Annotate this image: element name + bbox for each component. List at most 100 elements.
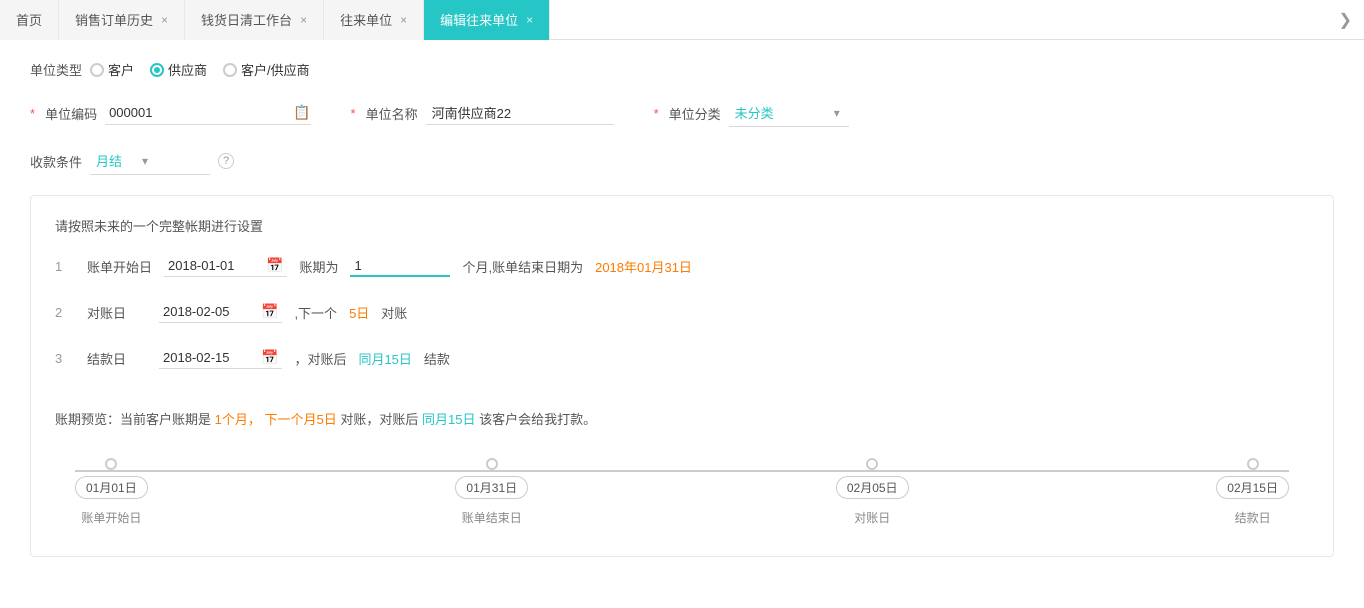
unit-code-input-wrap: 📋 — [105, 101, 310, 125]
unit-name-group: * 单位名称 — [351, 101, 614, 125]
node-label-3: 结款日 — [1235, 509, 1271, 526]
unit-code-icon[interactable]: 📋 — [293, 104, 310, 121]
node-label-1: 账单结束日 — [462, 509, 522, 526]
end-date-highlight: 2018年01月31日 — [595, 257, 692, 276]
preview-p4: 同月15日 — [422, 412, 475, 427]
radio-customer[interactable]: 客户 — [90, 60, 134, 79]
row-num-2: 2 — [55, 305, 75, 320]
radio-circle-both — [223, 63, 237, 77]
node-circle-0 — [105, 458, 117, 470]
timeline-node-2: 02月05日 对账日 — [836, 458, 909, 526]
unit-category-value: 未分类 — [735, 103, 774, 122]
row2-highlight: 5日 — [349, 303, 369, 322]
payment-condition-label: 收款条件 — [30, 152, 82, 171]
node-date-2: 02月05日 — [836, 476, 909, 499]
timeline-node-3: 02月15日 结款日 — [1216, 458, 1289, 526]
calendar-icon-3[interactable]: 📅 — [261, 349, 278, 366]
payment-condition-arrow: ▾ — [142, 154, 148, 168]
row-label-2: 对账日 — [87, 303, 147, 322]
period-unit: 个月,账单结束日期为 — [462, 257, 583, 276]
radio-label-both: 客户/供应商 — [241, 60, 310, 79]
row3-highlight: 同月15日 — [358, 349, 411, 368]
tab-scroll-right[interactable]: ❯ — [1327, 0, 1364, 40]
unit-category-required: * — [654, 106, 659, 121]
unit-code-label: 单位编码 — [45, 104, 97, 123]
timeline-nodes: 01月01日 账单开始日 01月31日 账单结束日 02月05日 对账日 — [75, 458, 1289, 526]
unit-type-radio-group: 客户 供应商 客户/供应商 — [90, 60, 310, 79]
node-circle-1 — [486, 458, 498, 470]
date-field-3[interactable] — [163, 350, 253, 365]
help-icon[interactable]: ? — [218, 153, 234, 169]
radio-both[interactable]: 客户/供应商 — [223, 60, 310, 79]
unit-category-arrow: ▾ — [834, 106, 840, 120]
preview-p5: 该客户会给我打款。 — [479, 412, 596, 427]
tab-close-edit-partner[interactable]: × — [526, 13, 533, 27]
row-label-1: 账单开始日 — [87, 257, 152, 276]
tab-home[interactable]: 首页 — [0, 0, 59, 40]
unit-code-required: * — [30, 106, 35, 121]
timeline-node-1: 01月31日 账单结束日 — [455, 458, 528, 526]
tab-close-sales-history[interactable]: × — [161, 13, 168, 27]
calendar-icon-2[interactable]: 📅 — [261, 303, 278, 320]
date-input-3: 📅 — [159, 347, 282, 369]
radio-label-supplier: 供应商 — [168, 60, 207, 79]
unit-type-group: 单位类型 客户 供应商 客户/供应商 — [30, 60, 310, 79]
tab-close-partner[interactable]: × — [400, 13, 407, 27]
payment-condition-value: 月结 — [96, 151, 122, 170]
preview-p3: 对账，对账后 — [340, 412, 418, 427]
preview-p2: 下一个月5日 — [265, 412, 337, 427]
tab-cash-workbench[interactable]: 钱货日清工作台 × — [185, 0, 324, 40]
tab-partner[interactable]: 往来单位 × — [324, 0, 424, 40]
radio-supplier[interactable]: 供应商 — [150, 60, 207, 79]
preview-section: 账期预览：当前客户账期是 1个月， 下一个月5日 对账，对账后 同月15日 该客… — [55, 393, 1309, 536]
date-field-2[interactable] — [163, 304, 253, 319]
tab-edit-partner[interactable]: 编辑往来单位 × — [424, 0, 550, 40]
section-title: 请按照未来的一个完整帐期进行设置 — [55, 216, 1309, 235]
unit-category-label: 单位分类 — [669, 104, 721, 123]
unit-code-input[interactable] — [105, 101, 289, 124]
radio-circle-customer — [90, 63, 104, 77]
preview-p1: 1个月， — [215, 412, 261, 427]
period-label: 账期为 — [299, 257, 338, 276]
date-field-1[interactable] — [168, 258, 258, 273]
main-content: 单位类型 客户 供应商 客户/供应商 * 单位编码 — [0, 40, 1364, 608]
unit-category-group: * 单位分类 未分类 ▾ — [654, 99, 849, 127]
node-circle-2 — [866, 458, 878, 470]
tab-sales-history[interactable]: 销售订单历史 × — [59, 0, 185, 40]
payment-condition-row: 收款条件 月结 ▾ ? — [30, 147, 1334, 175]
row3-desc-prefix: ，对账后 — [294, 349, 346, 368]
radio-circle-supplier — [150, 63, 164, 77]
node-date-0: 01月01日 — [75, 476, 148, 499]
row2-desc-prefix: ,下一个 — [294, 303, 337, 322]
calendar-icon-1[interactable]: 📅 — [266, 257, 283, 274]
timeline-node-0: 01月01日 账单开始日 — [75, 458, 148, 526]
radio-label-customer: 客户 — [108, 60, 134, 79]
section-box: 请按照未来的一个完整帐期进行设置 1 账单开始日 📅 账期为 个月,账单结束日期… — [30, 195, 1334, 557]
tabs-bar: 首页 销售订单历史 × 钱货日清工作台 × 往来单位 × 编辑往来单位 × ❯ — [0, 0, 1364, 40]
preview-text: 账期预览：当前客户账期是 1个月， 下一个月5日 对账，对账后 同月15日 该客… — [55, 409, 1309, 428]
unit-code-group: * 单位编码 📋 — [30, 101, 311, 125]
node-date-1: 01月31日 — [455, 476, 528, 499]
unit-name-input[interactable] — [426, 101, 614, 125]
node-date-3: 02月15日 — [1216, 476, 1289, 499]
date-input-1: 📅 — [164, 255, 287, 277]
period-value-input[interactable] — [350, 256, 450, 277]
payment-condition-group: 收款条件 月结 ▾ ? — [30, 147, 234, 175]
unit-info-row: * 单位编码 📋 * 单位名称 * 单位分类 未分类 ▾ — [30, 99, 1334, 127]
row2-desc-suffix: 对账 — [381, 303, 407, 322]
row-num-3: 3 — [55, 351, 75, 366]
data-row-3: 3 结款日 📅 ，对账后 同月15日 结款 — [55, 347, 1309, 369]
node-label-2: 对账日 — [854, 509, 890, 526]
unit-type-label: 单位类型 — [30, 60, 82, 79]
node-circle-3 — [1247, 458, 1259, 470]
data-row-2: 2 对账日 📅 ,下一个 5日 对账 — [55, 301, 1309, 323]
unit-name-label: 单位名称 — [366, 104, 418, 123]
row3-desc-suffix: 结款 — [424, 349, 450, 368]
unit-type-row: 单位类型 客户 供应商 客户/供应商 — [30, 60, 1334, 79]
row-num-1: 1 — [55, 259, 75, 274]
node-label-0: 账单开始日 — [81, 509, 141, 526]
timeline-wrap: 01月01日 账单开始日 01月31日 账单结束日 02月05日 对账日 — [55, 448, 1309, 536]
tab-close-cash-workbench[interactable]: × — [300, 13, 307, 27]
unit-category-select[interactable]: 未分类 ▾ — [729, 99, 849, 127]
payment-condition-select[interactable]: 月结 ▾ — [90, 147, 210, 175]
